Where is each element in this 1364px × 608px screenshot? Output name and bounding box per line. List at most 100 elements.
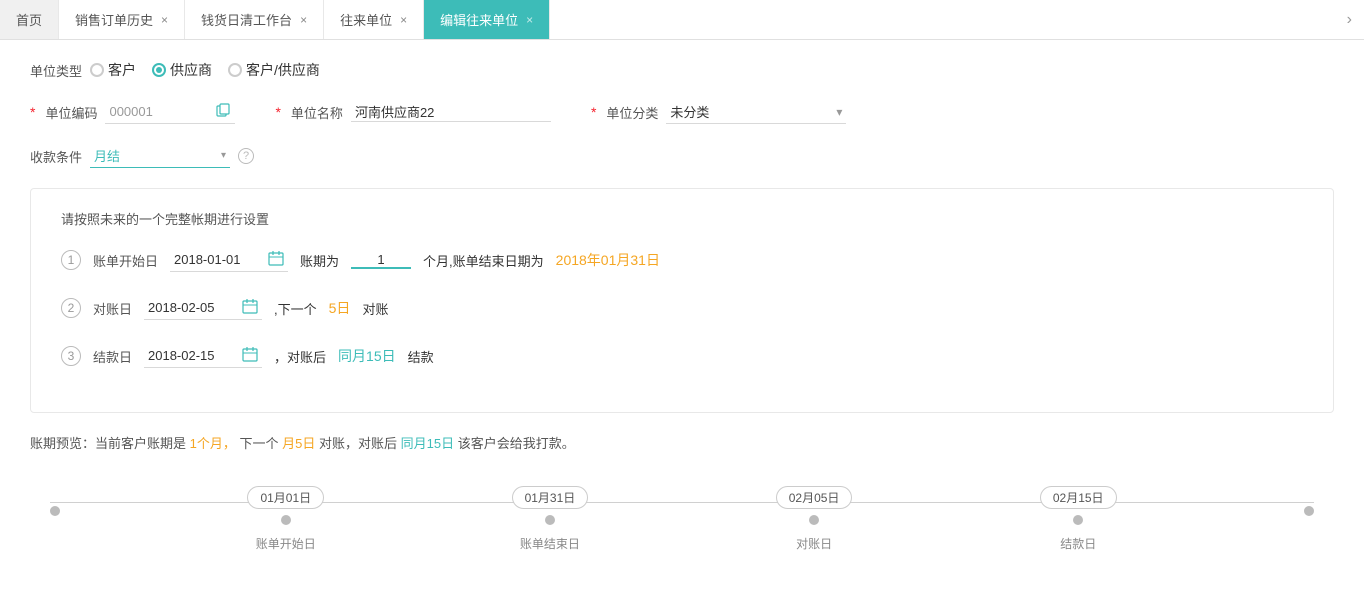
unit-type-label: 单位类型 [30,61,82,80]
step-num-2: 2 [61,298,81,318]
unit-category-arrow-icon: ▾ [836,105,842,119]
timeline-node-4: 02月15日 结款日 [1040,486,1117,552]
step1-calendar-icon[interactable] [268,250,284,269]
radio-both-label: 客户/供应商 [246,60,320,80]
setting-row-3: 3 结款日 ，对账后 同月15日 结款 [61,344,1303,368]
radio-both[interactable]: 客户/供应商 [228,60,320,80]
payment-terms-row: 收款条件 月结 ▾ ? [30,144,1334,168]
timeline-start-dot [50,506,60,516]
tab-sales-history[interactable]: 销售订单历史 × [59,0,185,39]
payment-terms-arrow-icon: ▾ [221,150,226,161]
step1-mid-text: 账期为 [300,251,339,270]
unit-name-field: * 单位名称 [275,102,550,122]
timeline-node-1-label: 01月01日 [247,486,324,509]
timeline-node-2-dot [545,515,555,525]
tab-home[interactable]: 首页 [0,0,59,39]
radio-supplier-label: 供应商 [170,60,212,80]
timeline-start [50,486,60,516]
timeline-node-2-label: 01月31日 [512,486,589,509]
radio-supplier[interactable]: 供应商 [152,60,212,80]
unit-code-label: 单位编码 [45,103,97,122]
tab-bar: 首页 销售订单历史 × 钱货日清工作台 × 往来单位 × 编辑往来单位 × › [0,0,1364,40]
radio-customer[interactable]: 客户 [90,60,136,80]
step2-calendar-icon[interactable] [242,298,258,317]
unit-type-field: 单位类型 客户 供应商 客户/供应商 [30,60,320,80]
unit-code-star: * [30,104,35,120]
timeline-node-1-dot [281,515,291,525]
step3-label: 结款日 [93,347,132,366]
unit-category-value: 未分类 [670,102,830,121]
tab-partner-units-label: 往来单位 [340,10,392,29]
tab-edit-partner[interactable]: 编辑往来单位 × [424,0,550,39]
unit-category-label: 单位分类 [606,103,658,122]
unit-name-input[interactable] [351,102,551,122]
timeline-section: 01月01日 账单开始日 01月31日 账单结束日 02月05日 对账日 02月… [30,476,1334,582]
preview-suffix: 该客户会给我打款。 [458,436,575,451]
timeline-node-3: 02月05日 对账日 [776,486,853,552]
step1-month-input[interactable] [351,252,411,269]
unit-name-star: * [275,104,280,120]
tab-partner-units-close[interactable]: × [400,13,407,27]
timeline-end-dot [1304,506,1314,516]
step2-label: 对账日 [93,299,132,318]
unit-code-input[interactable] [109,104,209,119]
radio-both-circle [228,63,242,77]
unit-type-radio-group: 客户 供应商 客户/供应商 [90,60,320,80]
unit-category-select[interactable]: 未分类 ▾ [666,100,846,124]
setting-row-1: 1 账单开始日 账期为 个月,账单结束日期为 2018年01月31日 [61,248,1303,272]
tab-cash-workbench-close[interactable]: × [300,13,307,27]
timeline-node-1-bottom: 账单开始日 [256,535,316,552]
radio-customer-circle [90,63,104,77]
payment-terms-value: 月结 [94,146,215,165]
timeline-node-3-label: 02月05日 [776,486,853,509]
tab-nav-right-arrow[interactable]: › [1335,11,1364,29]
step2-date-input[interactable] [148,300,238,315]
tab-sales-history-close[interactable]: × [161,13,168,27]
step1-date-input[interactable] [174,252,264,267]
step1-date-wrap [170,248,288,272]
settings-box-title: 请按照未来的一个完整帐期进行设置 [61,209,1303,228]
unit-code-field: * 单位编码 [30,100,235,124]
timeline-node-1: 01月01日 账单开始日 [247,486,324,552]
timeline-node-2-bottom: 账单结束日 [520,535,580,552]
timeline-node-3-bottom: 对账日 [796,535,832,552]
tab-home-label: 首页 [16,10,42,29]
step2-date-wrap [144,296,262,320]
unit-code-copy-icon[interactable] [215,102,231,121]
unit-name-label: 单位名称 [291,103,343,122]
preview-prefix: 账期预览：当前客户账期是 [30,436,186,451]
step3-prefix: ，对账后 [274,347,326,366]
payment-terms-field: 收款条件 月结 ▾ ? [30,144,254,168]
timeline-node-3-dot [809,515,819,525]
timeline-end [1304,486,1314,516]
step3-suffix: 结款 [408,347,434,366]
step2-suffix: 对账 [362,299,388,318]
preview-hl2: 月5日 [282,436,315,451]
timeline-node-4-label: 02月15日 [1040,486,1117,509]
step3-calendar-icon[interactable] [242,346,258,365]
tab-cash-workbench-label: 钱货日清工作台 [201,10,292,29]
unit-type-row: 单位类型 客户 供应商 客户/供应商 [30,60,1334,80]
timeline-nodes: 01月01日 账单开始日 01月31日 账单结束日 02月05日 对账日 02月… [50,486,1314,552]
preview-middle: 对账，对账后 [319,436,397,451]
tab-sales-history-label: 销售订单历史 [75,10,153,29]
tab-edit-partner-label: 编辑往来单位 [440,10,518,29]
payment-terms-select[interactable]: 月结 ▾ [90,144,230,168]
step3-highlight: 同月15日 [338,346,396,366]
tab-edit-partner-close[interactable]: × [526,13,533,27]
tab-cash-workbench[interactable]: 钱货日清工作台 × [185,0,324,39]
unit-info-row: * 单位编码 * 单位名称 * 单位分类 未分类 ▾ [30,100,1334,124]
payment-terms-label: 收款条件 [30,147,82,166]
step1-label: 账单开始日 [93,251,158,270]
step1-suffix: 个月,账单结束日期为 [423,251,544,270]
timeline-node-4-bottom: 结款日 [1060,535,1096,552]
radio-supplier-circle [152,63,166,77]
settings-box: 请按照未来的一个完整帐期进行设置 1 账单开始日 账期为 个月,账单结束日期为 [30,188,1334,413]
step-num-3: 3 [61,346,81,366]
unit-code-input-wrap [105,100,235,124]
payment-terms-help-icon[interactable]: ? [238,148,254,164]
setting-row-2: 2 对账日 ,下一个 5日 对账 [61,296,1303,320]
preview-hl3: 同月15日 [401,436,454,451]
step3-date-input[interactable] [148,348,238,363]
tab-partner-units[interactable]: 往来单位 × [324,0,424,39]
